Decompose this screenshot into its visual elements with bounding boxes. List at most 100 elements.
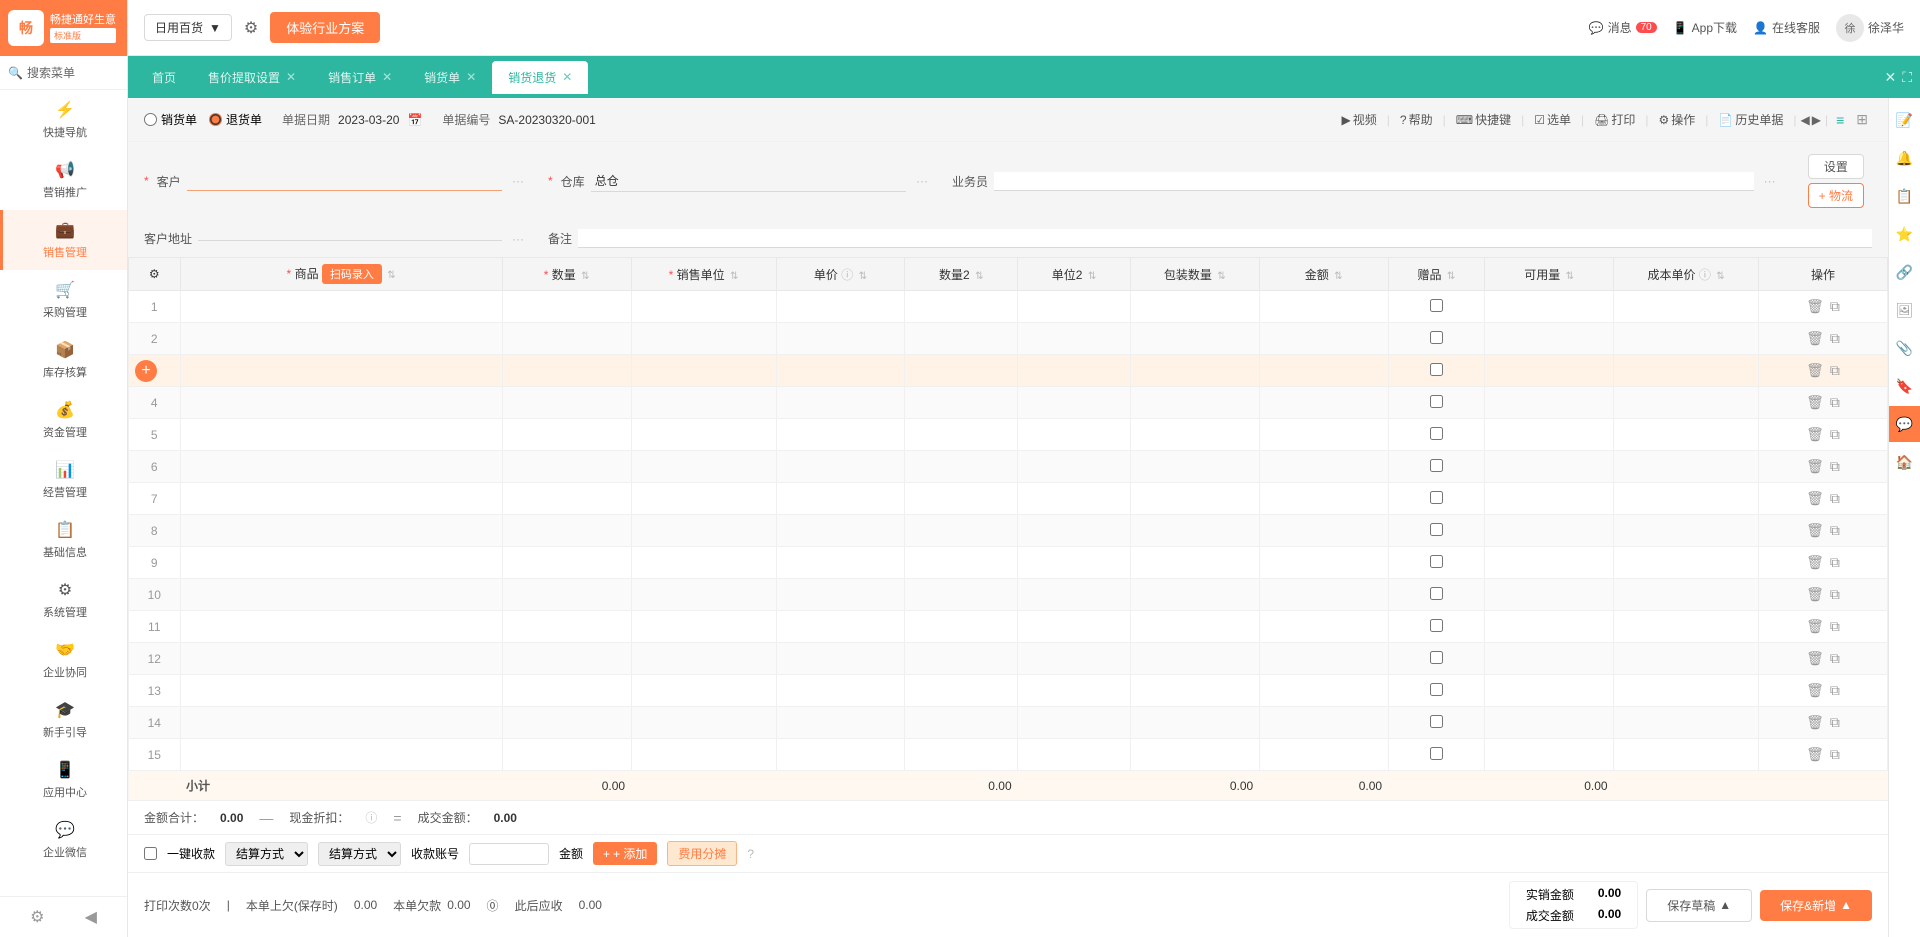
gift-checkbox[interactable] bbox=[1430, 683, 1443, 696]
staff-dots[interactable]: ··· bbox=[1764, 174, 1776, 188]
tab-price-extract[interactable]: 售价提取设置 ✕ bbox=[192, 61, 312, 94]
delete-icon[interactable]: 🗑 bbox=[1806, 362, 1824, 379]
setting-btn[interactable]: 设置 bbox=[1808, 154, 1864, 179]
video-btn[interactable]: ▶ 视频 bbox=[1336, 108, 1383, 131]
sidebar-item-basic[interactable]: 📋 基础信息 bbox=[0, 510, 127, 570]
tab-sale-order[interactable]: 销售订单 ✕ bbox=[312, 61, 408, 94]
gift-checkbox[interactable] bbox=[1430, 299, 1443, 312]
gift-checkbox[interactable] bbox=[1430, 459, 1443, 472]
next-arrow[interactable]: ▶ bbox=[1812, 113, 1821, 127]
delete-icon[interactable]: 🗑 bbox=[1806, 586, 1824, 603]
copy-icon[interactable]: ⧉ bbox=[1830, 554, 1840, 571]
gift-checkbox[interactable] bbox=[1430, 651, 1443, 664]
copy-icon[interactable]: ⧉ bbox=[1830, 490, 1840, 507]
radio-sale[interactable]: 销货单 bbox=[144, 111, 197, 128]
product-cell[interactable] bbox=[180, 291, 502, 323]
right-icon-home[interactable]: 🏠 bbox=[1889, 444, 1920, 480]
select-btn[interactable]: ☑ 选单 bbox=[1528, 108, 1577, 131]
scan-btn[interactable]: 扫码录入 bbox=[322, 264, 382, 284]
calendar-icon[interactable]: 📅 bbox=[407, 113, 422, 127]
sidebar-item-inventory[interactable]: 📦 库存核算 bbox=[0, 330, 127, 390]
pack-cell[interactable] bbox=[1130, 291, 1259, 323]
list-view-icon[interactable]: ≡ bbox=[1832, 112, 1848, 128]
close-icon[interactable]: ✕ bbox=[382, 70, 392, 84]
gift-checkbox[interactable] bbox=[1430, 395, 1443, 408]
delete-icon[interactable]: 🗑 bbox=[1806, 714, 1824, 731]
close-all-icon[interactable]: ✕ bbox=[1884, 69, 1896, 86]
right-icon-star[interactable]: ⭐ bbox=[1889, 216, 1920, 252]
tab-home[interactable]: 首页 bbox=[136, 61, 192, 94]
expense-btn[interactable]: 费用分摊 bbox=[667, 841, 737, 866]
copy-icon[interactable]: ⧉ bbox=[1830, 682, 1840, 699]
gift-checkbox[interactable] bbox=[1430, 587, 1443, 600]
expand-icon[interactable]: ⛶ bbox=[1902, 69, 1912, 86]
sidebar-item-apps[interactable]: 📱 应用中心 bbox=[0, 750, 127, 810]
right-icon-chat[interactable]: 💬 bbox=[1889, 406, 1920, 442]
logistics-btn[interactable]: + 物流 bbox=[1808, 183, 1864, 208]
help-btn[interactable]: ? 帮助 bbox=[1394, 108, 1439, 131]
delete-icon[interactable]: 🗑 bbox=[1806, 746, 1824, 763]
shortcut-btn[interactable]: ⌨ 快捷键 bbox=[1450, 108, 1517, 131]
unit2-cell[interactable] bbox=[1018, 291, 1131, 323]
radio-return[interactable]: 退货单 bbox=[209, 111, 262, 128]
message-btn[interactable]: 💬 消息 70 bbox=[1589, 19, 1657, 36]
prev-arrow[interactable]: ◀ bbox=[1801, 113, 1810, 127]
copy-icon[interactable]: ⧉ bbox=[1830, 650, 1840, 667]
settings-icon[interactable]: ⚙ bbox=[30, 907, 44, 927]
gift-checkbox[interactable] bbox=[1430, 491, 1443, 504]
right-icon-bookmark[interactable]: 🔖 bbox=[1889, 368, 1920, 404]
gear-icon[interactable]: ⚙ bbox=[244, 18, 258, 38]
gift-checkbox[interactable] bbox=[1430, 555, 1443, 568]
right-icon-image[interactable]: 🖼 bbox=[1889, 292, 1920, 328]
right-icon-bell[interactable]: 🔔 bbox=[1889, 140, 1920, 176]
copy-icon[interactable]: ⧉ bbox=[1830, 426, 1840, 443]
copy-icon[interactable]: ⧉ bbox=[1830, 330, 1840, 347]
one-click-checkbox[interactable] bbox=[144, 847, 157, 860]
sidebar-item-operation[interactable]: 📊 经营管理 bbox=[0, 450, 127, 510]
sidebar-item-sales[interactable]: 💼 销售管理 bbox=[0, 210, 127, 270]
delete-icon[interactable]: 🗑 bbox=[1806, 682, 1824, 699]
right-icon-link[interactable]: 🔗 bbox=[1889, 254, 1920, 290]
sidebar-item-collab[interactable]: 🤝 企业协同 bbox=[0, 630, 127, 690]
history-btn[interactable]: 📄 历史单据 bbox=[1712, 108, 1789, 131]
delete-icon[interactable]: 🗑 bbox=[1806, 650, 1824, 667]
gift-checkbox[interactable] bbox=[1430, 715, 1443, 728]
product-sort[interactable]: ⇅ bbox=[387, 270, 395, 281]
save-draft-btn[interactable]: 保存草稿 ▲ bbox=[1646, 889, 1752, 922]
tab-sale[interactable]: 销货单 ✕ bbox=[408, 61, 492, 94]
qty2-cell[interactable] bbox=[905, 291, 1018, 323]
remark-input[interactable] bbox=[578, 229, 1872, 248]
cost-cell[interactable] bbox=[1614, 291, 1759, 323]
copy-icon[interactable]: ⧉ bbox=[1830, 714, 1840, 731]
user-info[interactable]: 徐 徐泽华 bbox=[1836, 14, 1904, 42]
customer-input[interactable] bbox=[187, 172, 502, 191]
close-icon[interactable]: ✕ bbox=[286, 70, 296, 84]
gift-checkbox[interactable] bbox=[1430, 363, 1443, 376]
sidebar-item-marketing[interactable]: 📢 营销推广 bbox=[0, 150, 127, 210]
qty-cell[interactable] bbox=[502, 291, 631, 323]
product-input-active[interactable] bbox=[187, 364, 496, 378]
collapse-icon[interactable]: ◀ bbox=[85, 907, 97, 927]
staff-input[interactable] bbox=[994, 172, 1754, 191]
sidebar-item-system[interactable]: ⚙ 系统管理 bbox=[0, 570, 127, 630]
copy-icon[interactable]: ⧉ bbox=[1830, 298, 1840, 315]
print-btn[interactable]: 🖨 打印 bbox=[1588, 108, 1641, 131]
delete-icon[interactable]: 🗑 bbox=[1806, 298, 1824, 315]
delete-icon[interactable]: 🗑 bbox=[1806, 330, 1824, 347]
gift-checkbox[interactable] bbox=[1430, 523, 1443, 536]
copy-icon[interactable]: ⧉ bbox=[1830, 618, 1840, 635]
nav-select[interactable]: 日用百货 ▼ bbox=[144, 14, 232, 41]
delete-icon[interactable]: 🗑 bbox=[1806, 618, 1824, 635]
calc-method-select[interactable]: 结算方式 bbox=[225, 842, 308, 866]
tab-sale-return[interactable]: 销货退货 ✕ bbox=[492, 61, 588, 94]
price-cell[interactable] bbox=[776, 291, 905, 323]
amount-cell[interactable] bbox=[1259, 291, 1388, 323]
col-settings-header[interactable]: ⚙ bbox=[129, 258, 181, 291]
radio-return-input[interactable] bbox=[209, 113, 222, 126]
customer-dots[interactable]: ··· bbox=[512, 174, 524, 188]
online-service-btn[interactable]: 👤 在线客服 bbox=[1753, 19, 1820, 36]
copy-icon[interactable]: ⧉ bbox=[1830, 394, 1840, 411]
save-new-btn[interactable]: 保存&新增 ▲ bbox=[1760, 890, 1872, 921]
sidebar-item-guide[interactable]: 🎓 新手引导 bbox=[0, 690, 127, 750]
add-payment-btn[interactable]: + + 添加 bbox=[593, 842, 657, 865]
